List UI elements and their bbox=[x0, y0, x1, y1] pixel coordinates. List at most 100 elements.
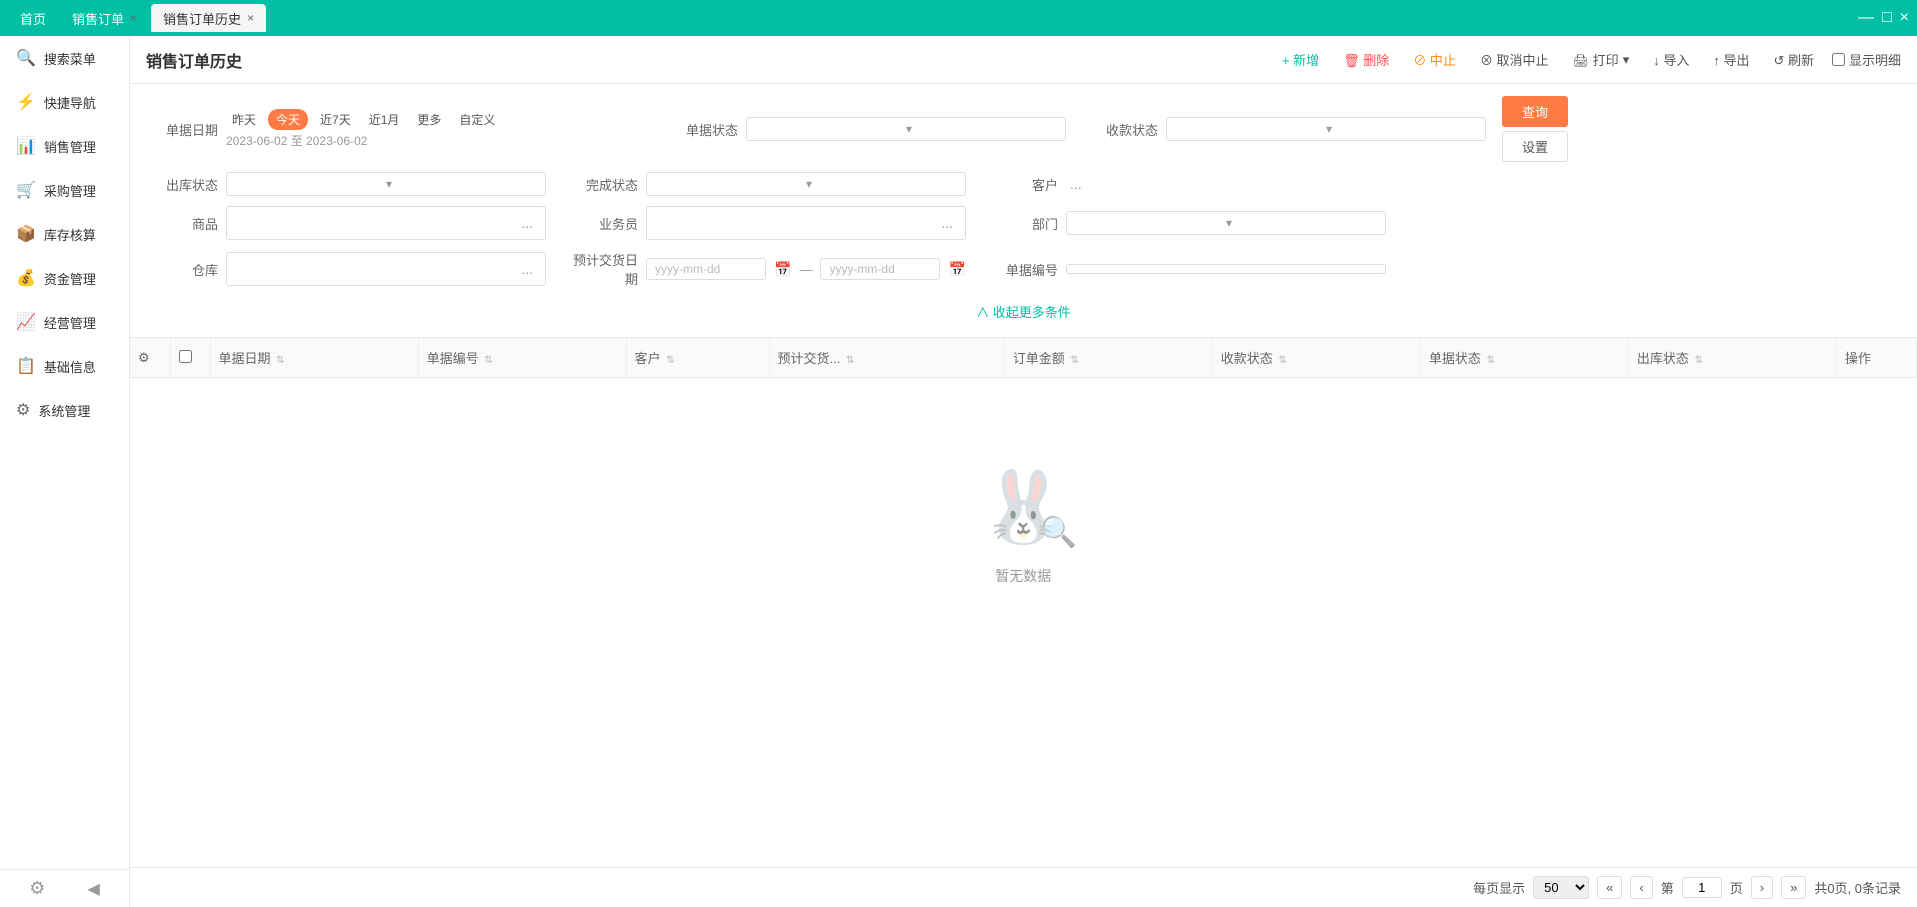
new-btn[interactable]: + 新增 bbox=[1276, 46, 1325, 73]
salesperson-dots-icon[interactable]: ... bbox=[937, 211, 957, 235]
delete-btn[interactable]: 🗑 删除 bbox=[1337, 46, 1395, 73]
next-page-btn[interactable]: › bbox=[1751, 876, 1773, 899]
today-btn[interactable]: 今天 bbox=[268, 109, 308, 130]
data-table: ⚙ 单据日期 ⇅ 单据编号 ⇅ 客户 ⇅ bbox=[130, 338, 1917, 626]
cancel-stop-btn[interactable]: ⊗ 取消中止 bbox=[1474, 46, 1555, 73]
sort-payment-icon: ⇅ bbox=[1278, 355, 1286, 366]
cal-from-icon[interactable]: 📅 bbox=[774, 261, 791, 278]
sidebar-item-search[interactable]: 🔍 搜索菜单 bbox=[0, 36, 129, 80]
sidebar: 🔍 搜索菜单 ⚡ 快捷导航 📊 销售管理 🛒 采购管理 📦 库存核算 💰 资金管… bbox=[0, 36, 130, 907]
col-settings[interactable]: ⚙ bbox=[130, 338, 170, 378]
dept-select[interactable]: ▾ bbox=[1066, 211, 1386, 235]
page-number-input[interactable] bbox=[1682, 877, 1722, 898]
custom-btn[interactable]: 自定义 bbox=[453, 109, 501, 130]
sidebar-label-search: 搜索菜单 bbox=[44, 49, 96, 68]
sales-icon: 📊 bbox=[16, 136, 36, 156]
payment-status-select[interactable]: ▾ bbox=[1166, 117, 1486, 141]
query-btn[interactable]: 查询 bbox=[1502, 96, 1568, 127]
doc-number-label: 单据编号 bbox=[986, 260, 1066, 279]
sidebar-item-quick-nav[interactable]: ⚡ 快捷导航 bbox=[0, 80, 129, 124]
date-range-display: 2023-06-02 至 2023-06-02 bbox=[226, 132, 606, 149]
sidebar-item-inventory[interactable]: 📦 库存核算 bbox=[0, 212, 129, 256]
top-bar: 首页 销售订单 × 销售订单历史 × — □ × bbox=[0, 0, 1917, 36]
print-arrow-icon: ▾ bbox=[1623, 52, 1630, 68]
maximize-btn[interactable]: □ bbox=[1882, 9, 1892, 27]
collapse-bar[interactable]: ∧ 收起更多条件 bbox=[146, 298, 1901, 325]
cal-to-icon[interactable]: 📅 bbox=[948, 261, 965, 278]
setting-btn[interactable]: 设置 bbox=[1502, 131, 1568, 162]
toolbar: + 新增 🗑 删除 ⊘ 中止 ⊗ 取消中止 🖨 打印 ▾ ↓ 导入 bbox=[1276, 46, 1901, 73]
basic-info-icon: 📋 bbox=[16, 356, 36, 376]
stop-btn[interactable]: ⊘ 中止 bbox=[1407, 46, 1462, 73]
select-all-checkbox[interactable] bbox=[179, 350, 192, 363]
customer-dots-icon[interactable]: ... bbox=[1066, 172, 1086, 196]
expected-date-to[interactable]: yyyy-mm-dd bbox=[820, 258, 940, 280]
sidebar-item-purchase[interactable]: 🛒 采购管理 bbox=[0, 168, 129, 212]
page-label-pre: 第 bbox=[1661, 878, 1674, 897]
sort-customer-icon: ⇅ bbox=[666, 355, 674, 366]
close-sales-order-tab[interactable]: × bbox=[130, 11, 137, 25]
sidebar-settings-icon[interactable]: ⚙ bbox=[29, 878, 45, 899]
sidebar-item-basic-info[interactable]: 📋 基础信息 bbox=[0, 344, 129, 388]
col-date[interactable]: 单据日期 ⇅ bbox=[210, 338, 418, 378]
refresh-btn[interactable]: ↺ 刷新 bbox=[1767, 46, 1820, 73]
col-customer[interactable]: 客户 ⇅ bbox=[626, 338, 769, 378]
search-menu-icon: 🔍 bbox=[16, 48, 36, 68]
last-page-btn[interactable]: » bbox=[1781, 876, 1806, 899]
print-btn[interactable]: 🖨 打印 ▾ bbox=[1567, 46, 1636, 73]
sidebar-item-sys-mgmt[interactable]: ⚙ 系统管理 bbox=[0, 388, 129, 432]
close-history-tab[interactable]: × bbox=[247, 11, 254, 25]
dept-label: 部门 bbox=[986, 214, 1066, 233]
col-number[interactable]: 单据编号 ⇅ bbox=[418, 338, 626, 378]
total-label: 共0页, 0条记录 bbox=[1814, 878, 1901, 897]
sidebar-label-purchase: 采购管理 bbox=[44, 181, 96, 200]
date-to-placeholder: yyyy-mm-dd bbox=[829, 262, 894, 276]
prev-page-btn[interactable]: ‹ bbox=[1630, 876, 1652, 899]
sidebar-label-basic-info: 基础信息 bbox=[44, 357, 96, 376]
close-btn[interactable]: × bbox=[1900, 9, 1909, 27]
display-detail-checkbox[interactable]: 显示明细 bbox=[1832, 50, 1901, 69]
sidebar-item-operations[interactable]: 📈 经营管理 bbox=[0, 300, 129, 344]
date-label: 单据日期 bbox=[146, 120, 226, 139]
col-amount[interactable]: 订单金额 ⇅ bbox=[1004, 338, 1212, 378]
expected-date-from[interactable]: yyyy-mm-dd bbox=[646, 258, 766, 280]
empty-text: 暂无数据 bbox=[995, 566, 1051, 586]
display-detail-input[interactable] bbox=[1832, 53, 1845, 66]
complete-status-arrow-icon: ▾ bbox=[806, 177, 957, 191]
minimize-btn[interactable]: — bbox=[1858, 9, 1874, 27]
purchase-icon: 🛒 bbox=[16, 180, 36, 200]
last1m-btn[interactable]: 近1月 bbox=[363, 109, 406, 130]
sidebar-collapse-icon[interactable]: ◀ bbox=[88, 879, 100, 899]
page-size-select[interactable]: 50 10 20 100 bbox=[1533, 876, 1589, 899]
first-page-btn[interactable]: « bbox=[1597, 876, 1622, 899]
tab-sales-order[interactable]: 销售订单 × bbox=[60, 4, 149, 32]
col-action: 操作 bbox=[1837, 338, 1917, 378]
sidebar-item-finance[interactable]: 💰 资金管理 bbox=[0, 256, 129, 300]
more-btn[interactable]: 更多 bbox=[411, 109, 447, 130]
table-body: 🐰 🔍 暂无数据 bbox=[130, 378, 1917, 627]
col-payment-status[interactable]: 收款状态 ⇅ bbox=[1212, 338, 1420, 378]
product-dots-icon[interactable]: ... bbox=[517, 211, 537, 235]
complete-status-select[interactable]: ▾ bbox=[646, 172, 966, 196]
tab-sales-order-history[interactable]: 销售订单历史 × bbox=[151, 4, 266, 32]
col-expected-date[interactable]: 预计交货... ⇅ bbox=[769, 338, 1004, 378]
out-status-select[interactable]: ▾ bbox=[226, 172, 546, 196]
empty-icon: 🐰 🔍 bbox=[980, 458, 1067, 550]
complete-status-label: 完成状态 bbox=[566, 175, 646, 194]
yesterday-btn[interactable]: 昨天 bbox=[226, 109, 262, 130]
content-area: 销售订单历史 + 新增 🗑 删除 ⊘ 中止 ⊗ 取消中止 🖨 打印 ▾ bbox=[130, 36, 1917, 907]
payment-status-label: 收款状态 bbox=[1086, 120, 1166, 139]
sys-mgmt-icon: ⚙ bbox=[16, 400, 30, 420]
import-btn[interactable]: ↓ 导入 bbox=[1647, 46, 1695, 73]
sort-number-icon: ⇅ bbox=[484, 355, 492, 366]
salesperson-label: 业务员 bbox=[566, 214, 646, 233]
sidebar-item-sales[interactable]: 📊 销售管理 bbox=[0, 124, 129, 168]
col-doc-status[interactable]: 单据状态 ⇅ bbox=[1420, 338, 1628, 378]
tab-home[interactable]: 首页 bbox=[8, 4, 58, 32]
last7-btn[interactable]: 近7天 bbox=[314, 109, 357, 130]
doc-status-select[interactable]: ▾ bbox=[746, 117, 1066, 141]
col-checkbox[interactable] bbox=[170, 338, 210, 378]
col-out-status[interactable]: 出库状态 ⇅ bbox=[1628, 338, 1836, 378]
warehouse-dots-icon[interactable]: ... bbox=[517, 257, 537, 281]
export-btn[interactable]: ↑ 导出 bbox=[1707, 46, 1755, 73]
